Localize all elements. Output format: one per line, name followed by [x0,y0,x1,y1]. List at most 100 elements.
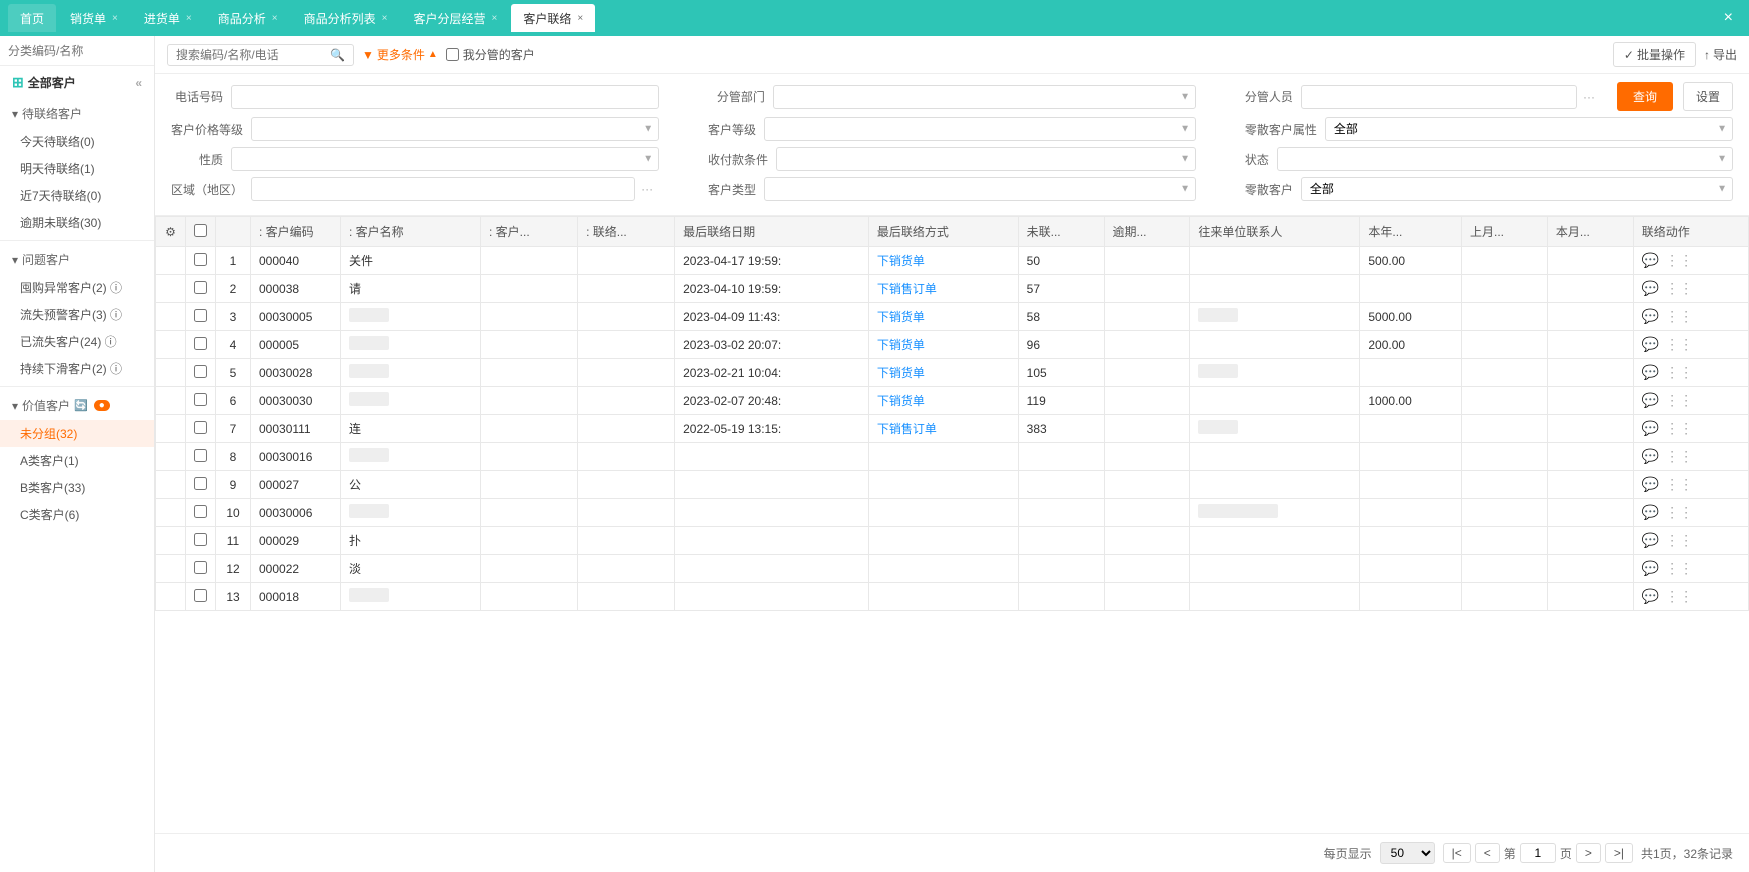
td-last-way[interactable]: 下销货单 [868,359,1018,387]
close-icon[interactable]: × [577,13,583,24]
th-check[interactable] [186,217,216,247]
more-icon[interactable]: ⋮⋮ [1665,560,1693,577]
close-icon[interactable]: × [491,13,497,24]
contact-way-link[interactable]: 下销货单 [877,310,925,324]
td-last-way[interactable]: 下销货单 [868,387,1018,415]
chat-icon[interactable]: 💬 [1642,252,1659,269]
th-settings[interactable]: ⚙ [156,217,186,247]
sidebar-item-today[interactable]: 今天待联络(0) [0,128,154,155]
th-name[interactable]: : 客户名称 [341,217,481,247]
tab-goods-list[interactable]: 商品分析列表 × [292,4,400,32]
query-btn[interactable]: 查询 [1617,82,1673,111]
manager-input[interactable] [1301,85,1577,109]
row-checkbox[interactable] [194,505,207,518]
row-checkbox[interactable] [194,421,207,434]
td-check[interactable] [186,415,216,443]
my-customers-checkbox[interactable] [446,48,459,61]
td-check[interactable] [186,359,216,387]
refresh-icon[interactable]: 🔄 [74,399,88,412]
scatter-attr-select[interactable]: 全部 [1325,117,1733,141]
export-btn[interactable]: ↑ 导出 [1704,42,1737,67]
more-icon[interactable]: ⋮⋮ [1665,336,1693,353]
td-check[interactable] [186,499,216,527]
per-page-select[interactable]: 50 100 [1380,842,1435,864]
filter-search-input[interactable] [176,48,326,62]
sidebar-item-abnormal[interactable]: 囤购异常客户(2) ⓘ [0,274,154,301]
row-checkbox[interactable] [194,253,207,266]
more-icon[interactable]: ⋮⋮ [1665,420,1693,437]
manager-dots-icon[interactable]: ··· [1577,90,1601,104]
sidebar-item-declining[interactable]: 持续下滑客户(2) ⓘ [0,355,154,382]
sidebar-item-churn-warning[interactable]: 流失预警客户(3) ⓘ [0,301,154,328]
customer-level-select[interactable] [764,117,1196,141]
contact-way-link[interactable]: 下销货单 [877,338,925,352]
th-contact[interactable]: : 联络... [578,217,675,247]
td-last-way[interactable]: 下销售订单 [868,275,1018,303]
region-dots-icon[interactable]: ··· [635,182,659,196]
sidebar-item-churned[interactable]: 已流失客户(24) ⓘ [0,328,154,355]
sidebar-item-7days[interactable]: 近7天待联络(0) [0,182,154,209]
td-last-way[interactable]: 下销售订单 [868,415,1018,443]
row-checkbox[interactable] [194,281,207,294]
more-icon[interactable]: ⋮⋮ [1665,476,1693,493]
th-unit-contact[interactable]: 往来单位联系人 [1190,217,1360,247]
sidebar-search-input[interactable] [8,44,155,58]
chat-icon[interactable]: 💬 [1642,532,1659,549]
tab-purchase[interactable]: 进货单 × [132,4,204,32]
td-check[interactable] [186,555,216,583]
sidebar-group-value[interactable]: ▾ 价值客户 🔄 ● [0,391,154,420]
td-check[interactable] [186,387,216,415]
chat-icon[interactable]: 💬 [1642,420,1659,437]
th-code[interactable]: : 客户编码 [251,217,341,247]
td-check[interactable] [186,303,216,331]
chat-icon[interactable]: 💬 [1642,364,1659,381]
customer-type-select[interactable] [764,177,1196,201]
td-check[interactable] [186,471,216,499]
select-all-checkbox[interactable] [194,224,207,237]
chat-icon[interactable]: 💬 [1642,476,1659,493]
filter-more-btn[interactable]: ▼ 更多条件 ▲ [362,46,438,63]
next-page-btn[interactable]: > [1576,843,1601,863]
chat-icon[interactable]: 💬 [1642,448,1659,465]
th-this-year[interactable]: 本年... [1360,217,1462,247]
row-checkbox[interactable] [194,337,207,350]
contact-way-link[interactable]: 下销货单 [877,394,925,408]
filter-my-customers[interactable]: 我分管的客户 [446,46,535,63]
sidebar-item-b-class[interactable]: B类客户(33) [0,474,154,501]
batch-op-btn[interactable]: ✓ 批量操作 [1613,42,1696,67]
th-this-month[interactable]: 本月... [1547,217,1633,247]
status-select[interactable] [1277,147,1733,171]
close-icon[interactable]: × [112,13,118,24]
th-no-contact[interactable]: 未联... [1018,217,1104,247]
chat-icon[interactable]: 💬 [1642,560,1659,577]
td-last-way[interactable]: 下销货单 [868,247,1018,275]
close-icon[interactable]: × [382,13,388,24]
td-last-way[interactable] [868,555,1018,583]
row-checkbox[interactable] [194,449,207,462]
sidebar-item-ungroup[interactable]: 未分组(32) [0,420,154,447]
more-icon[interactable]: ⋮⋮ [1665,504,1693,521]
td-last-way[interactable] [868,527,1018,555]
contact-way-link[interactable]: 下销售订单 [877,282,937,296]
more-icon[interactable]: ⋮⋮ [1665,448,1693,465]
more-icon[interactable]: ⋮⋮ [1665,252,1693,269]
contact-way-link[interactable]: 下销货单 [877,254,925,268]
sidebar-all-customers[interactable]: ⊞ 全部客户 « [0,66,154,99]
row-checkbox[interactable] [194,309,207,322]
tab-home[interactable]: 首页 [8,4,56,32]
row-checkbox[interactable] [194,561,207,574]
td-check[interactable] [186,331,216,359]
scatter-customer-select[interactable]: 全部 [1301,177,1733,201]
row-checkbox[interactable] [194,589,207,602]
window-close-icon[interactable]: × [1716,9,1741,27]
tab-customer-tier[interactable]: 客户分层经营 × [401,4,509,32]
more-icon[interactable]: ⋮⋮ [1665,308,1693,325]
region-input[interactable] [251,177,635,201]
reset-btn[interactable]: 设置 [1683,82,1733,111]
th-last-date[interactable]: 最后联络日期 [675,217,869,247]
td-last-way[interactable] [868,583,1018,611]
price-level-select[interactable] [251,117,659,141]
tab-customer-contact[interactable]: 客户联络 × [511,4,595,32]
close-icon[interactable]: × [272,13,278,24]
chat-icon[interactable]: 💬 [1642,308,1659,325]
